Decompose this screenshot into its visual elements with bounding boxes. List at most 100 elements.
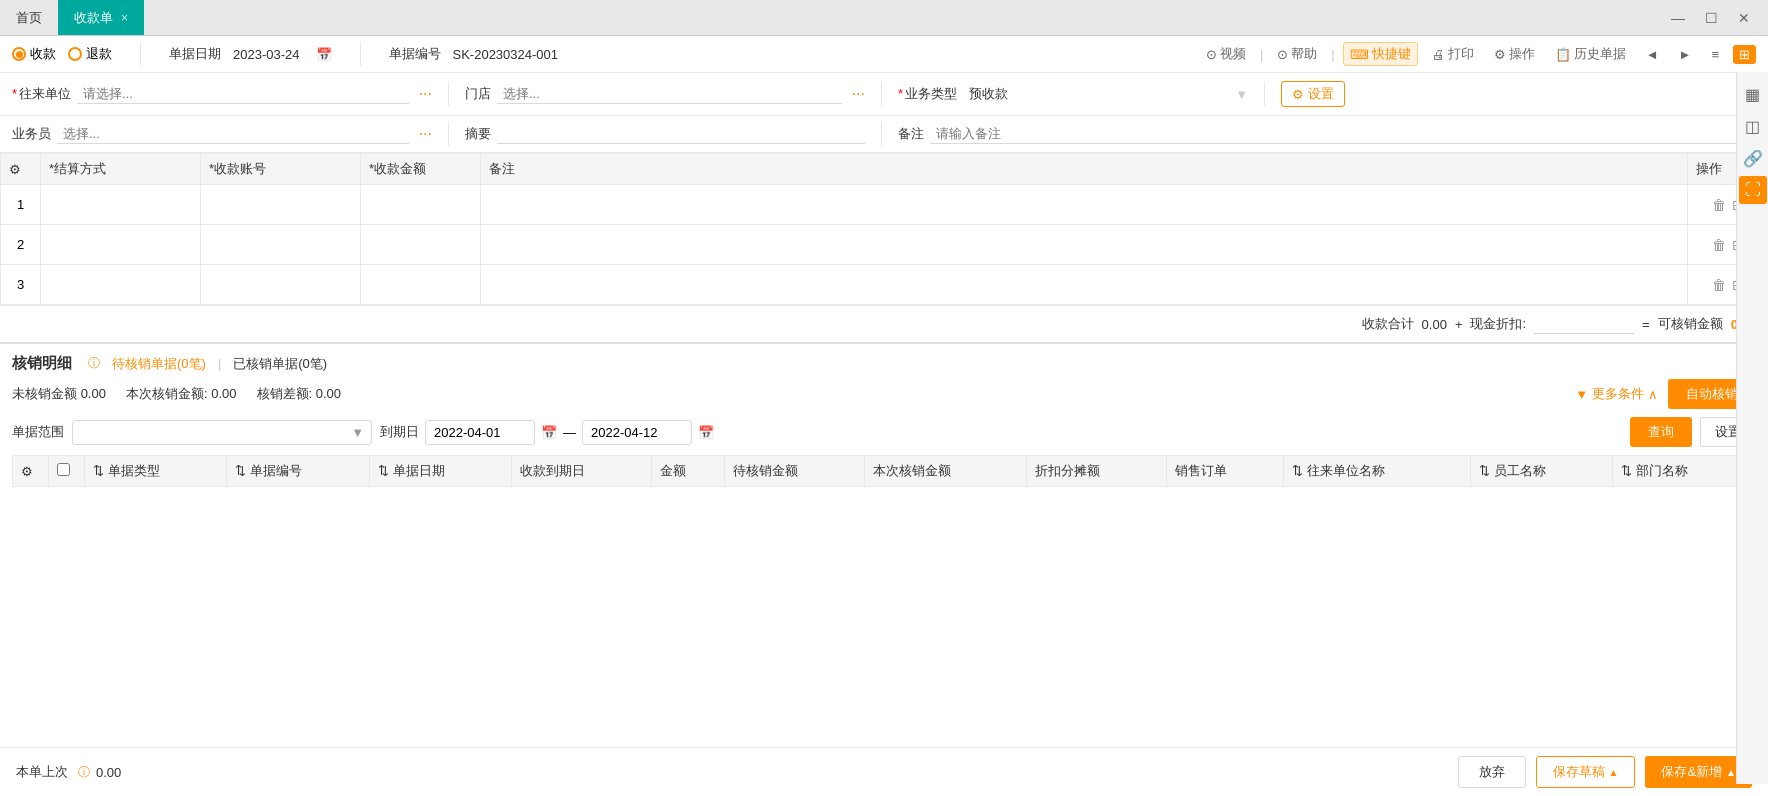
radio-receive-label: 收款	[30, 45, 56, 63]
radio-refund-dot	[68, 47, 82, 61]
layout-btn2[interactable]: ►	[1673, 45, 1698, 64]
sidebar-icon-doc[interactable]: ◫	[1739, 112, 1767, 140]
operation-btn[interactable]: ⚙ 操作	[1488, 43, 1541, 65]
row-account-3[interactable]	[201, 265, 361, 305]
counterpart-label: *往来单位	[12, 85, 71, 103]
row-account-1[interactable]	[201, 185, 361, 225]
form-row2: 业务员 ··· 摘要 备注	[0, 116, 1768, 153]
store-input[interactable]	[497, 84, 842, 104]
radio-group: 收款 退款	[12, 45, 112, 63]
calendar-icon-to[interactable]: 📅	[698, 425, 714, 440]
close-btn[interactable]: ✕	[1732, 8, 1756, 28]
remark-input[interactable]	[930, 124, 1756, 144]
row-settle-1[interactable]	[41, 185, 201, 225]
sidebar-icon-expand[interactable]: ⛶	[1739, 176, 1767, 204]
row-amount-2[interactable]	[361, 225, 481, 265]
col-amount-header: *收款金额	[361, 154, 481, 185]
gear-header-icon[interactable]: ⚙	[9, 162, 21, 177]
pending-tab[interactable]: 待核销单据(0笔)	[112, 355, 206, 373]
restore-btn[interactable]: ☐	[1699, 8, 1724, 28]
col-gear[interactable]: ⚙	[1, 154, 41, 185]
summary-input[interactable]	[497, 124, 865, 144]
history-btn[interactable]: 📋 历史单据	[1549, 43, 1632, 65]
business-type-field: *业务类型 预收款 ▼	[898, 85, 1248, 103]
radio-receive[interactable]: 收款	[12, 45, 56, 63]
delete-icon-1[interactable]: 🗑	[1712, 197, 1726, 213]
calendar-icon-from[interactable]: 📅	[541, 425, 557, 440]
discard-btn[interactable]: 放弃	[1458, 756, 1526, 788]
row-settle-2[interactable]	[41, 225, 201, 265]
row-settle-3[interactable]	[41, 265, 201, 305]
store-field: 门店 ···	[465, 84, 865, 104]
verify-header: 核销明细 ⓘ 待核销单据(0笔) | 已核销单据(0笔)	[12, 354, 1756, 373]
select-all-checkbox[interactable]	[57, 463, 70, 476]
row-num-2: 2	[1, 225, 41, 265]
draft-btn[interactable]: 保存草稿 ▲	[1536, 756, 1636, 788]
date-field: 到期日 📅 — 📅	[380, 420, 714, 445]
filter-row: 单据范围 ▼ 到期日 📅 — 📅 查询 设置	[12, 417, 1756, 447]
col-gear-bottom[interactable]: ⚙	[13, 456, 49, 487]
shortcut-btn[interactable]: ⌨ 快捷键	[1343, 42, 1418, 66]
radio-refund-label: 退款	[86, 45, 112, 63]
staff-input[interactable]	[57, 124, 409, 144]
diff-stat: 核销差额: 0.00	[257, 385, 342, 403]
date-icon[interactable]: 📅	[316, 47, 332, 62]
date-value[interactable]: 2023-03-24	[233, 47, 300, 62]
counterpart-field: *往来单位 ···	[12, 84, 432, 104]
row-remark-3[interactable]	[481, 265, 1688, 305]
current-stat: 本次核销金额: 0.00	[126, 385, 237, 403]
query-btn[interactable]: 查询	[1630, 417, 1692, 447]
col-account-header: *收款账号	[201, 154, 361, 185]
done-tab[interactable]: 已核销单据(0笔)	[233, 355, 327, 373]
verify-info-icon[interactable]: ⓘ	[88, 355, 100, 372]
number-label: 单据编号	[389, 45, 441, 63]
delete-icon-2[interactable]: 🗑	[1712, 237, 1726, 253]
layout-btn3[interactable]: ≡	[1705, 45, 1725, 64]
layout-btn1[interactable]: ◄	[1640, 45, 1665, 64]
history-icon: 📋	[1555, 47, 1571, 62]
form-row1: *往来单位 ··· 门店 ··· *业务类型 预收款 ▼ ⚙ 设置	[0, 73, 1768, 116]
row-amount-3[interactable]	[361, 265, 481, 305]
radio-refund[interactable]: 退款	[68, 45, 112, 63]
minimize-btn[interactable]: —	[1665, 8, 1691, 28]
sidebar-icon-link[interactable]: 🔗	[1739, 144, 1767, 172]
sidebar-icon-table[interactable]: ▦	[1739, 80, 1767, 108]
row-remark-1[interactable]	[481, 185, 1688, 225]
summary-row: 收款合计 0.00 + 现金折扣: = 可核销金额 0.00	[0, 305, 1768, 344]
tab-bar: 首页 收款单 × — ☐ ✕	[0, 0, 1768, 36]
counterpart-input[interactable]	[77, 84, 409, 104]
tab-home-label: 首页	[16, 9, 42, 27]
col-counterpart: ⇅ 往来单位名称	[1284, 456, 1471, 487]
row-amount-1[interactable]	[361, 185, 481, 225]
col-remark-header: 备注	[481, 154, 1688, 185]
col-pending: 待核销金额	[725, 456, 865, 487]
scope-select[interactable]	[72, 420, 372, 445]
tab-home[interactable]: 首页	[0, 0, 58, 35]
date-from-input[interactable]	[425, 420, 535, 445]
tab-close-icon[interactable]: ×	[121, 11, 128, 25]
print-btn[interactable]: 🖨 打印	[1426, 43, 1480, 65]
more-filter-btn[interactable]: ▼ 更多条件 ∧	[1575, 385, 1658, 403]
help-icon: ⊙	[1277, 47, 1288, 62]
store-more-icon[interactable]: ···	[852, 85, 865, 103]
discount-input[interactable]	[1534, 314, 1634, 334]
setting-button[interactable]: ⚙ 设置	[1281, 81, 1345, 107]
video-btn[interactable]: ⊙ 视频	[1200, 43, 1252, 65]
tab-receipt[interactable]: 收款单 ×	[58, 0, 144, 35]
business-type-chevron[interactable]: ▼	[1235, 87, 1248, 102]
date-to-input[interactable]	[582, 420, 692, 445]
bottom-table-wrapper: ⚙ ⇅ 单据类型 ⇅ 单据编号 ⇅	[12, 455, 1756, 737]
row-account-2[interactable]	[201, 225, 361, 265]
layout-btn4[interactable]: ⊞	[1733, 45, 1756, 64]
shortcut-icon: ⌨	[1350, 47, 1369, 62]
toolbar-divider2	[360, 42, 361, 66]
business-type-label: *业务类型	[898, 85, 957, 103]
scope-select-wrapper: ▼	[72, 420, 372, 445]
row-remark-2[interactable]	[481, 225, 1688, 265]
staff-more-icon[interactable]: ···	[419, 125, 432, 143]
row-num-1: 1	[1, 185, 41, 225]
help-btn[interactable]: ⊙ 帮助	[1271, 43, 1323, 65]
delete-icon-3[interactable]: 🗑	[1712, 277, 1726, 293]
bottom-info-icon[interactable]: ⓘ	[78, 764, 90, 781]
counterpart-more-icon[interactable]: ···	[419, 85, 432, 103]
